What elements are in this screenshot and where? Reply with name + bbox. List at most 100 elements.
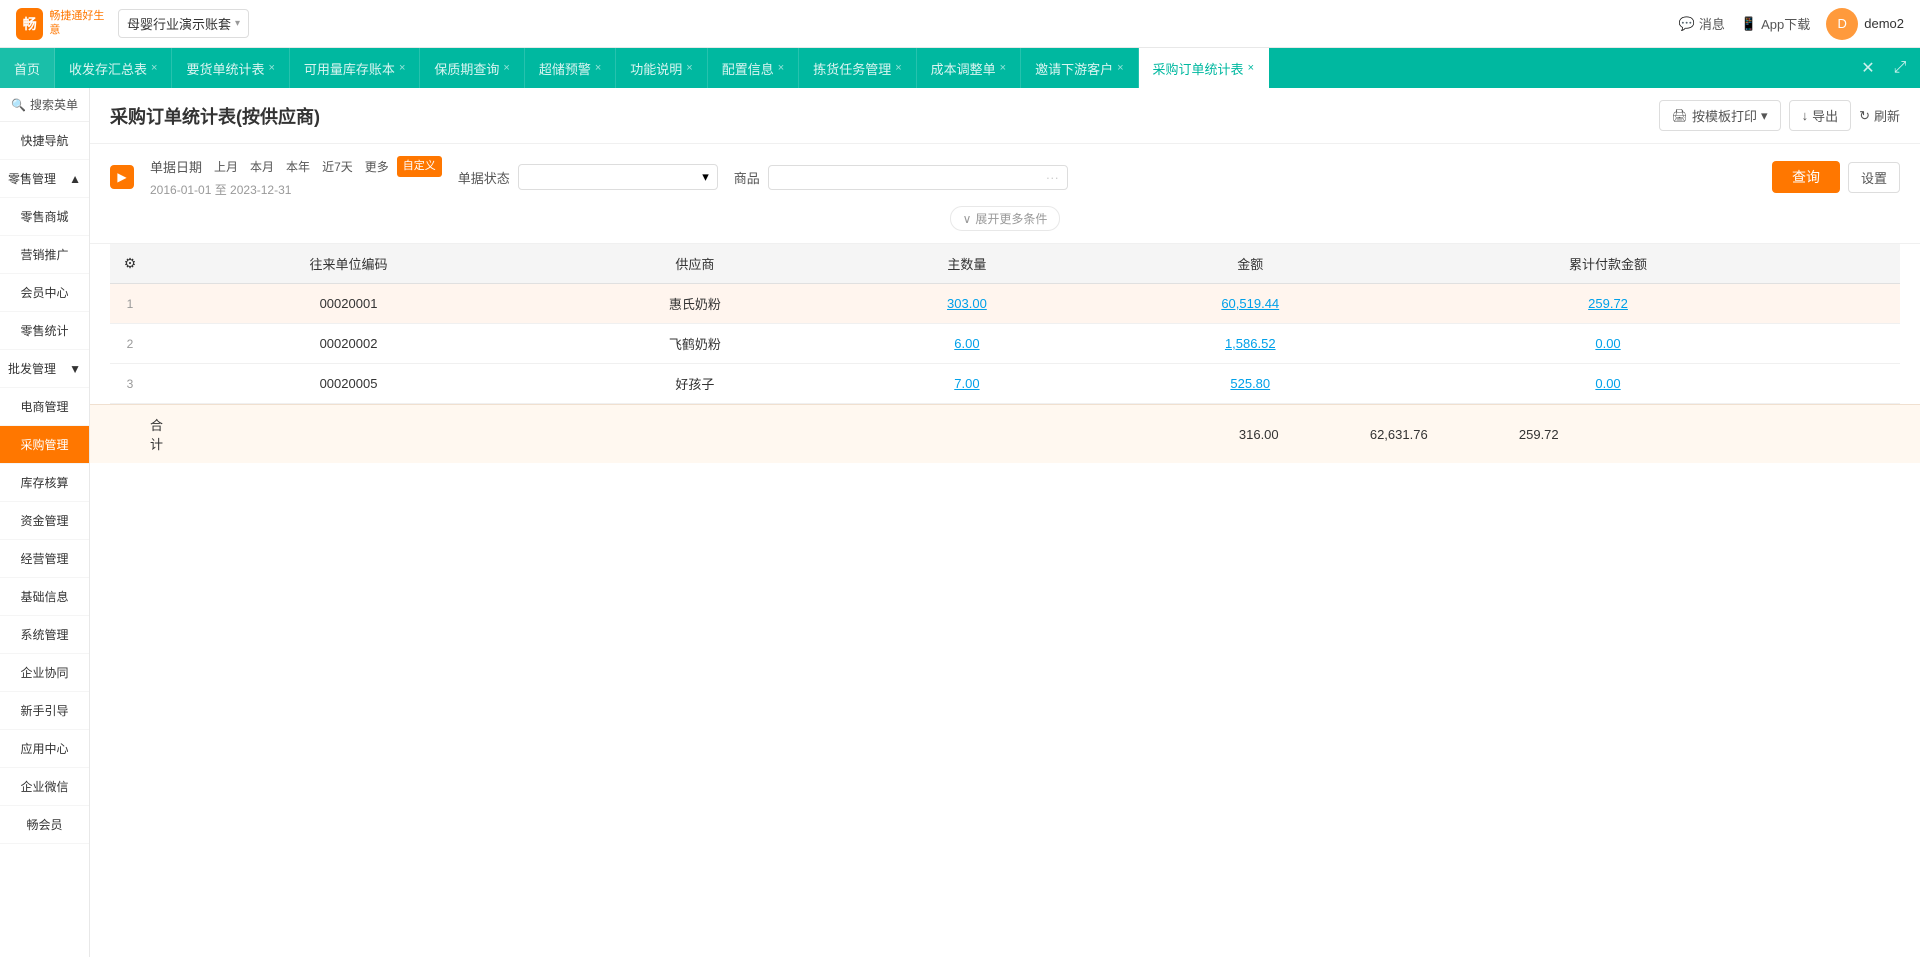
sidebar-item-finance-label: 资金管理	[20, 514, 68, 528]
date-btn-more[interactable]: 更多	[361, 156, 393, 177]
query-btn[interactable]: 查询	[1772, 161, 1840, 193]
user-name: demo2	[1864, 16, 1904, 31]
custom-date-badge[interactable]: 自定义	[397, 156, 442, 177]
sidebar-item-purchase[interactable]: 采购管理	[0, 426, 89, 464]
sidebar-item-basic-info[interactable]: 基础信息	[0, 578, 89, 616]
sidebar-item-retail[interactable]: 零售管理 ▲	[0, 160, 89, 198]
sidebar-item-wechat[interactable]: 企业微信	[0, 768, 89, 806]
sidebar-item-retail-stats[interactable]: 零售统计	[0, 312, 89, 350]
tab-available-stock-close[interactable]: ×	[399, 62, 405, 74]
goods-filter-group: 商品 ···	[734, 165, 1068, 190]
row-quantity[interactable]: 7.00	[843, 364, 1091, 404]
goods-input-more: ···	[1046, 170, 1059, 185]
app-download-btn[interactable]: 📱 App下载	[1741, 14, 1810, 33]
tab-overstock-warning-close[interactable]: ×	[595, 62, 601, 74]
tab-actions: ✕ ⤢	[1856, 56, 1920, 80]
tab-invite-downstream[interactable]: 邀请下游客户 ×	[1021, 48, 1138, 88]
settings-icon[interactable]: ⚙	[124, 255, 137, 271]
sidebar-item-wholesale[interactable]: 批发管理 ▼	[0, 350, 89, 388]
sidebar-item-quick-nav[interactable]: 快捷导航	[0, 122, 89, 160]
app-download-label: App下载	[1761, 14, 1810, 33]
row-num: 2	[110, 324, 150, 364]
tab-config-info-close[interactable]: ×	[778, 62, 784, 74]
tab-cost-adjust-close[interactable]: ×	[1000, 62, 1006, 74]
sidebar-item-retail-shop[interactable]: 零售商城	[0, 198, 89, 236]
tab-goods-stats-close[interactable]: ×	[268, 62, 274, 74]
sidebar-item-retail-label: 零售管理	[8, 170, 56, 187]
refresh-btn[interactable]: ↻ 刷新	[1859, 106, 1900, 125]
page-title: 采购订单统计表(按供应商)	[110, 103, 320, 129]
date-btn-7days[interactable]: 近7天	[318, 156, 357, 177]
tab-close-action[interactable]: ✕	[1856, 56, 1880, 80]
tab-function-desc[interactable]: 功能说明 ×	[616, 48, 707, 88]
sidebar-item-inventory-label: 库存核算	[20, 476, 68, 490]
sidebar-item-ecommerce[interactable]: 电商管理	[0, 388, 89, 426]
sidebar-item-vip[interactable]: 畅会员	[0, 806, 89, 844]
row-paid[interactable]: 259.72	[1410, 284, 1807, 324]
date-btn-this-year[interactable]: 本年	[282, 156, 314, 177]
tab-config-info[interactable]: 配置信息 ×	[708, 48, 799, 88]
tab-receive-summary-close[interactable]: ×	[151, 62, 157, 74]
tab-purchase-stats[interactable]: 采购订单统计表 ×	[1139, 48, 1269, 88]
settings-btn[interactable]: 设置	[1848, 162, 1900, 193]
row-quantity[interactable]: 303.00	[843, 284, 1091, 324]
filter-date-btns: 上月 本月 本年 近7天 更多 自定义	[210, 156, 442, 177]
sidebar-item-inventory[interactable]: 库存核算	[0, 464, 89, 502]
th-checkbox: ⚙	[110, 244, 150, 284]
row-paid[interactable]: 0.00	[1410, 364, 1807, 404]
search-btn[interactable]: 🔍 搜索英单	[6, 96, 83, 113]
status-filter-label: 单据状态	[458, 168, 510, 187]
user-area[interactable]: D demo2	[1826, 8, 1904, 40]
tab-cost-adjust[interactable]: 成本调整单 ×	[917, 48, 1021, 88]
row-quantity[interactable]: 6.00	[843, 324, 1091, 364]
th-amount: 金额	[1091, 244, 1410, 284]
export-btn[interactable]: ↓ 导出	[1789, 100, 1852, 131]
message-btn[interactable]: 💬 消息	[1679, 14, 1725, 33]
tab-goods-stats[interactable]: 要货单统计表 ×	[172, 48, 289, 88]
sidebar-item-app-center[interactable]: 应用中心	[0, 730, 89, 768]
th-quantity: 主数量	[843, 244, 1091, 284]
sidebar-item-operations[interactable]: 经营管理	[0, 540, 89, 578]
status-select-arrow: ▾	[702, 169, 709, 185]
tab-overstock-warning[interactable]: 超储预警 ×	[525, 48, 616, 88]
tab-invite-downstream-close[interactable]: ×	[1117, 62, 1123, 74]
row-amount[interactable]: 1,586.52	[1091, 324, 1410, 364]
status-select[interactable]: ▾	[518, 164, 718, 190]
tab-function-desc-close[interactable]: ×	[686, 62, 692, 74]
template-arrow-icon: ▾	[1761, 108, 1768, 124]
expand-label: 展开更多条件	[975, 210, 1047, 227]
sidebar-item-system[interactable]: 系统管理	[0, 616, 89, 654]
sidebar-search-area[interactable]: 🔍 搜索英单	[0, 88, 89, 122]
tab-expiry-query[interactable]: 保质期查询 ×	[420, 48, 524, 88]
sidebar-item-finance[interactable]: 资金管理	[0, 502, 89, 540]
tab-picking-task[interactable]: 拣货任务管理 ×	[799, 48, 916, 88]
sidebar-item-marketing[interactable]: 营销推广	[0, 236, 89, 274]
tab-available-stock[interactable]: 可用量库存账本 ×	[290, 48, 420, 88]
workspace-selector[interactable]: 母婴行业演示账套 ▾	[118, 9, 249, 38]
refresh-label: 刷新	[1874, 106, 1900, 125]
th-paid: 累计付款金额	[1410, 244, 1807, 284]
sidebar-item-member[interactable]: 会员中心	[0, 274, 89, 312]
row-amount[interactable]: 60,519.44	[1091, 284, 1410, 324]
tab-expiry-query-close[interactable]: ×	[503, 62, 509, 74]
date-btn-last-month[interactable]: 上月	[210, 156, 242, 177]
footer-quantity: 316.00	[1189, 427, 1329, 442]
tab-purchase-stats-close[interactable]: ×	[1248, 62, 1254, 74]
sidebar-item-newbie[interactable]: 新手引导	[0, 692, 89, 730]
row-amount[interactable]: 525.80	[1091, 364, 1410, 404]
data-table: ⚙ 往来单位编码 供应商 主数量 金额 累计付款金额 1 00020001 惠氏…	[110, 244, 1900, 404]
logo-text: 畅捷通好生意	[49, 10, 106, 36]
tab-expand-action[interactable]: ⤢	[1888, 56, 1912, 80]
row-paid[interactable]: 0.00	[1410, 324, 1807, 364]
tab-receive-summary[interactable]: 收发存汇总表 ×	[55, 48, 172, 88]
tab-home[interactable]: 首页	[0, 48, 55, 88]
expand-btn[interactable]: ∨ 展开更多条件	[950, 206, 1061, 231]
sidebar-item-enterprise[interactable]: 企业协同	[0, 654, 89, 692]
page-header-actions: 🖨 按模板打印 ▾ ↓ 导出 ↻ 刷新	[1659, 100, 1901, 131]
th-supplier: 供应商	[547, 244, 843, 284]
date-btn-this-month[interactable]: 本月	[246, 156, 278, 177]
template-print-btn[interactable]: 🖨 按模板打印 ▾	[1659, 100, 1781, 131]
tab-picking-task-close[interactable]: ×	[895, 62, 901, 74]
goods-input[interactable]: ···	[768, 165, 1068, 190]
filter-collapse-btn[interactable]: ▶	[110, 165, 134, 189]
